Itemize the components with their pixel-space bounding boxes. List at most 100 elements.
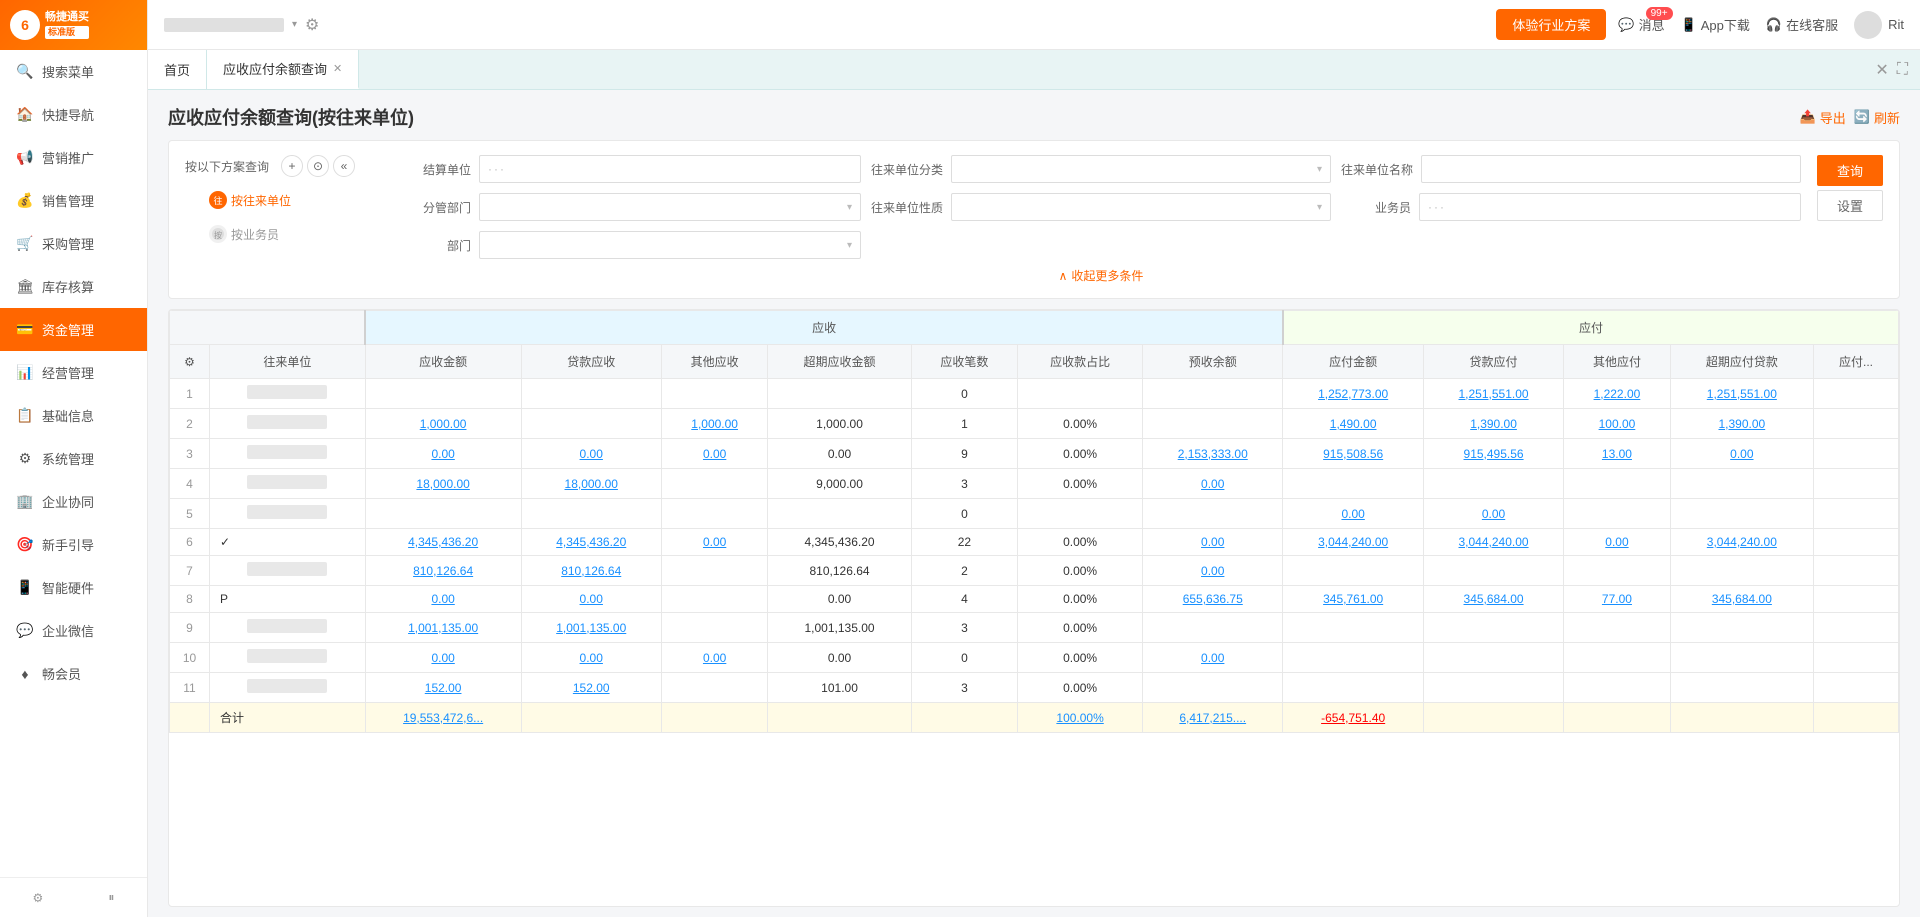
table-row: 101,252,773.001,251,551.001,222.001,251,… <box>170 379 1899 409</box>
col-settings[interactable]: ⚙ <box>170 345 210 379</box>
promo-button[interactable]: 体验行业方案 <box>1496 9 1606 40</box>
sidebar-footer: ⚙ ⏸ <box>0 877 147 917</box>
inventory-icon: 🏛 <box>16 278 34 295</box>
tab-home[interactable]: 首页 <box>148 50 207 89</box>
operation-icon: 📊 <box>16 364 34 381</box>
refresh-icon: 🔄 <box>1854 109 1870 125</box>
table-row: 21,000.001,000.001,000.0010.00%1,490.001… <box>170 409 1899 439</box>
filter-by-unit[interactable]: 往 按往来单位 <box>201 187 299 213</box>
chevron-down-icon2: ▾ <box>847 202 852 213</box>
filter-add-buttons: + ⊙ « <box>281 155 355 177</box>
export-button[interactable]: 📤 导出 <box>1800 108 1846 127</box>
tab-expand-icon[interactable]: ⛶ <box>1897 61 1908 79</box>
blurred-name <box>247 649 327 663</box>
collapse-icon: ⏸ <box>108 890 114 905</box>
chevron-down-icon3: ▾ <box>1317 202 1322 213</box>
col-dk-yf: 贷款应付 <box>1423 345 1563 379</box>
blurred-name <box>247 385 327 399</box>
filter-unit-category: 往来单位分类 ▾ <box>871 155 1331 183</box>
settings-icon: ⚙ <box>33 891 44 905</box>
logo-name: 畅捷通买 <box>45 11 89 24</box>
col-group-yingfu: 应付 <box>1283 311 1899 345</box>
corp-icon: 🏢 <box>16 493 34 510</box>
dept-dropdown[interactable]: ▾ <box>479 193 861 221</box>
unit-name-input[interactable] <box>1421 155 1801 183</box>
unit-category-dropdown[interactable]: ▾ <box>951 155 1331 183</box>
sales-icon: 💰 <box>16 192 34 209</box>
filter-collapse-btn[interactable]: « <box>333 155 355 177</box>
tab-query[interactable]: 应收应付余额查询 ✕ <box>207 50 359 89</box>
sidebar-item-marketing[interactable]: 📢 营销推广 <box>0 136 147 179</box>
sidebar-logo: 6 畅捷通买 标准版 <box>0 0 147 50</box>
filter-fields: 结算单位 ··· 往来单位分类 ▾ <box>401 155 1801 259</box>
sidebar-item-quicknav[interactable]: 🏠 快捷导航 <box>0 93 147 136</box>
sidebar-item-corp[interactable]: 🏢 企业协同 <box>0 480 147 523</box>
app-download-btn[interactable]: 📱 App下载 <box>1681 15 1750 34</box>
sidebar-item-sales[interactable]: 💰 销售管理 <box>0 179 147 222</box>
sidebar-item-search[interactable]: 🔍 搜索菜单 <box>0 50 147 93</box>
settings-header-icon[interactable]: ⚙ <box>305 15 319 35</box>
collapse-row: ∧ 收起更多条件 <box>401 267 1801 284</box>
add-filter-btn[interactable]: + <box>281 155 303 177</box>
jiesuan-unit-input[interactable]: ··· <box>479 155 861 183</box>
sidebar-item-guide[interactable]: 🎯 新手引导 <box>0 523 147 566</box>
marketing-icon: 📢 <box>16 149 34 166</box>
query-button[interactable]: 查询 <box>1817 155 1883 186</box>
sidebar-item-operation[interactable]: 📊 经营管理 <box>0 351 147 394</box>
wechat-icon: 💬 <box>16 622 34 639</box>
breadcrumb-dropdown-icon[interactable]: ▾ <box>292 19 297 30</box>
sidebar-item-system[interactable]: ⚙ 系统管理 <box>0 437 147 480</box>
refresh-button[interactable]: 🔄 刷新 <box>1854 108 1900 127</box>
filter-options: 往 按往来单位 <box>201 187 385 213</box>
header-right: 💬 消息 99+ 📱 App下载 🎧 在线客服 Rit <box>1618 11 1904 39</box>
service-icon: 🎧 <box>1766 17 1782 33</box>
chevron-down-icon4: ▾ <box>847 240 852 251</box>
sidebar-item-finance[interactable]: 💳 资金管理 <box>0 308 147 351</box>
total-row: 合计 19,553,472,6... 100.00% 6,417,215....… <box>170 703 1899 733</box>
table-row: 100.000.000.000.0000.00%0.00 <box>170 643 1899 673</box>
table-row: 11152.00152.00101.0030.00% <box>170 673 1899 703</box>
hardware-icon: 📱 <box>16 579 34 596</box>
sidebar-item-wechat[interactable]: 💬 企业微信 <box>0 609 147 652</box>
notification-btn[interactable]: 💬 消息 99+ <box>1618 15 1664 34</box>
col-group-empty <box>170 311 366 345</box>
sidebar-item-basic[interactable]: 📋 基础信息 <box>0 394 147 437</box>
salesperson-input[interactable]: ··· <box>1419 193 1801 221</box>
page-title: 应收应付余额查询(按往来单位) <box>168 104 414 130</box>
sidebar-item-member[interactable]: ♦ 畅会员 <box>0 652 147 695</box>
sidebar-item-hardware[interactable]: 📱 智能硬件 <box>0 566 147 609</box>
set-button[interactable]: 设置 <box>1817 190 1883 221</box>
table-row: 418,000.0018,000.009,000.0030.00%0.00 <box>170 469 1899 499</box>
online-service-btn[interactable]: 🎧 在线客服 <box>1766 15 1838 34</box>
col-qt-yf: 其他应付 <box>1564 345 1670 379</box>
tab-close-all-icon[interactable]: ✕ <box>1875 60 1888 80</box>
purchase-icon: 🛒 <box>16 235 34 252</box>
page-actions: 📤 导出 🔄 刷新 <box>1800 108 1900 127</box>
filter-label: 按以下方案查询 <box>185 158 269 175</box>
col-ys-ye: 预收余额 <box>1143 345 1283 379</box>
sidebar-item-purchase[interactable]: 🛒 采购管理 <box>0 222 147 265</box>
sidebar: 6 畅捷通买 标准版 🔍 搜索菜单 🏠 快捷导航 📢 营销推广 💰 销售管理 🛒… <box>0 0 148 917</box>
collapse-more-btn[interactable]: ∧ 收起更多条件 <box>1059 267 1144 284</box>
logo-badge: 标准版 <box>45 26 89 39</box>
sidebar-item-inventory[interactable]: 🏛 库存核算 <box>0 265 147 308</box>
table-settings-icon[interactable]: ⚙ <box>184 355 195 369</box>
filter-settings-btn[interactable]: ⊙ <box>307 155 329 177</box>
col-cq-ys: 超期应收金额 <box>768 345 911 379</box>
filter-by-staff[interactable]: 按 按业务员 <box>201 221 287 247</box>
filter-action-col: 查询 设置 <box>1817 155 1883 284</box>
sidebar-collapse-btn[interactable]: ⏸ <box>100 886 122 909</box>
main-content: ▾ ⚙ 体验行业方案 💬 消息 99+ 📱 App下载 🎧 在线客服 <box>148 0 1920 917</box>
staff-option-icon: 按 <box>209 225 227 243</box>
table-container[interactable]: 应收 应付 ⚙ 往来单位 应收金额 贷款应收 其他应收 超期应收金额 <box>168 309 1900 907</box>
table-row: 91,001,135.001,001,135.001,001,135.0030.… <box>170 613 1899 643</box>
table-row: 500.000.00 <box>170 499 1899 529</box>
subdept-dropdown[interactable]: ▾ <box>479 231 861 259</box>
sidebar-settings-btn[interactable]: ⚙ <box>25 887 52 909</box>
user-area[interactable]: Rit <box>1854 11 1904 39</box>
blurred-name <box>247 679 327 693</box>
col-group-yingshou: 应收 <box>365 311 1283 345</box>
filter-area: 按以下方案查询 + ⊙ « 往 <box>168 140 1900 299</box>
unit-nature-dropdown[interactable]: ▾ <box>951 193 1331 221</box>
tab-close-icon[interactable]: ✕ <box>333 62 342 75</box>
